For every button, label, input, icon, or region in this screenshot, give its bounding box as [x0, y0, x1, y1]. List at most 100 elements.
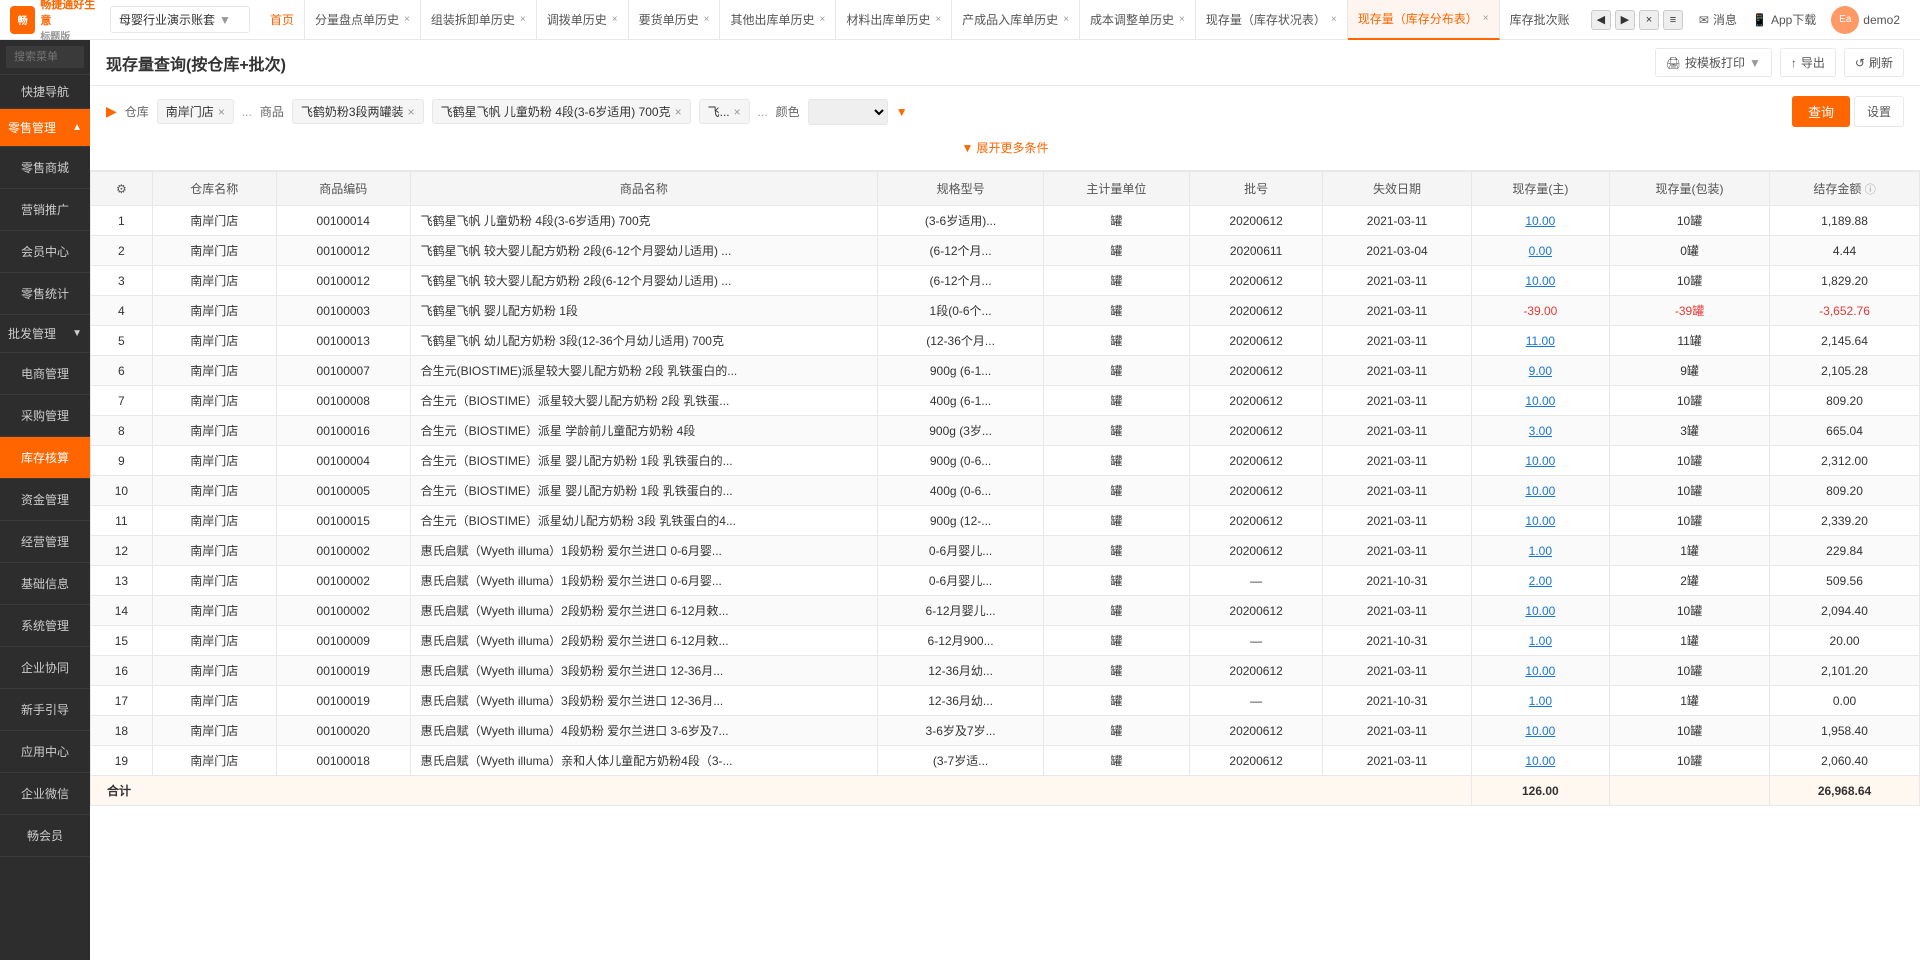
cell-unit: 罐 — [1044, 416, 1190, 446]
goods-dots[interactable]: ... — [758, 105, 768, 119]
tab-menu-btn[interactable]: ≡ — [1663, 10, 1683, 30]
tab-home[interactable]: 首页 — [260, 0, 305, 40]
cell-qty[interactable]: 11.00 — [1471, 326, 1609, 356]
cell-qty[interactable]: 10.00 — [1471, 386, 1609, 416]
refresh-button[interactable]: ↺ 刷新 — [1844, 48, 1904, 77]
tab-prev-btn[interactable]: ◀ — [1591, 10, 1611, 30]
color-filter-select[interactable] — [808, 99, 888, 125]
close-icon[interactable]: × — [1179, 14, 1185, 25]
close-icon[interactable]: × — [704, 14, 710, 25]
cell-qty[interactable]: 10.00 — [1471, 746, 1609, 776]
cell-qty[interactable]: 1.00 — [1471, 686, 1609, 716]
cell-qty[interactable]: 1.00 — [1471, 626, 1609, 656]
tab-zuzhuang[interactable]: 组装拆卸单历史 × — [421, 0, 537, 40]
tab-chengben[interactable]: 成本调整单历史 × — [1080, 0, 1196, 40]
color-chevron[interactable]: ▼ — [896, 105, 908, 119]
org-selector[interactable]: 母婴行业演示账套 ▼ — [110, 6, 250, 33]
cell-warehouse: 南岸门店 — [152, 566, 276, 596]
user-avatar[interactable]: Ea demo2 — [1831, 6, 1900, 34]
sidebar-item-wechat[interactable]: 企业微信 — [0, 773, 90, 815]
tab-yaohuo[interactable]: 要货单历史 × — [629, 0, 721, 40]
table-row: 6 南岸门店 00100007 合生元(BIOSTIME)派星较大婴儿配方奶粉 … — [91, 356, 1920, 386]
sidebar-item-marketing[interactable]: 营销推广 — [0, 189, 90, 231]
warehouse-dots[interactable]: ... — [242, 105, 252, 119]
sidebar-item-ecommerce[interactable]: 电商管理 — [0, 353, 90, 395]
remove-goods-tag-3[interactable]: × — [734, 105, 741, 119]
quick-nav[interactable]: 快捷导航 — [0, 75, 90, 109]
tab-chanchengpin[interactable]: 产成品入库单历史 × — [952, 0, 1080, 40]
cell-qty-pkg: 1罐 — [1610, 686, 1770, 716]
remove-warehouse-tag[interactable]: × — [218, 105, 225, 119]
col-settings[interactable]: ⚙ — [91, 172, 153, 206]
tab-diaopo[interactable]: 调拨单历史 × — [537, 0, 629, 40]
cell-qty[interactable]: 10.00 — [1471, 716, 1609, 746]
table-container[interactable]: ⚙ 仓库名称 商品编码 商品名称 规格型号 主计量单位 批号 失效日期 现存量(… — [90, 171, 1920, 960]
table-row: 2 南岸门店 00100012 飞鹤星飞帆 较大婴儿配方奶粉 2段(6-12个月… — [91, 236, 1920, 266]
cell-qty[interactable]: 0.00 — [1471, 236, 1609, 266]
sidebar-item-retail[interactable]: 零售管理 ▲ — [0, 109, 90, 147]
cell-qty[interactable]: 9.00 — [1471, 356, 1609, 386]
cell-qty[interactable]: 10.00 — [1471, 506, 1609, 536]
sidebar-item-newbie[interactable]: 新手引导 — [0, 689, 90, 731]
tab-xiancunliang1[interactable]: 现存量（库存状况表） × — [1196, 0, 1348, 40]
sidebar-item-operation[interactable]: 经营管理 — [0, 521, 90, 563]
cell-qty[interactable]: 10.00 — [1471, 596, 1609, 626]
tab-fenliang[interactable]: 分量盘点单历史 × — [305, 0, 421, 40]
cell-qty[interactable]: 10.00 — [1471, 476, 1609, 506]
sidebar-item-system[interactable]: 系统管理 — [0, 605, 90, 647]
close-icon[interactable]: × — [819, 14, 825, 25]
sidebar-item-purchase[interactable]: 采购管理 — [0, 395, 90, 437]
close-icon[interactable]: × — [935, 14, 941, 25]
close-icon[interactable]: × — [612, 14, 618, 25]
cell-spec: 3-6岁及7岁... — [878, 716, 1044, 746]
cell-qty-pkg: -39罐 — [1610, 296, 1770, 326]
search-button[interactable]: 查询 — [1792, 96, 1850, 127]
close-icon[interactable]: × — [1063, 14, 1069, 25]
filter-expand-arrow[interactable]: ▶ — [106, 103, 117, 120]
sidebar-item-ecommerce-retail[interactable]: 零售商城 — [0, 147, 90, 189]
cell-qty[interactable]: 3.00 — [1471, 416, 1609, 446]
tab-kucun[interactable]: 库存批次账 × — [1500, 0, 1575, 40]
sidebar-item-member2[interactable]: 畅会员 — [0, 815, 90, 857]
message-btn[interactable]: ✉ 消息 — [1699, 11, 1737, 28]
close-icon[interactable]: × — [404, 14, 410, 25]
expand-conditions-btn[interactable]: ▼ 展开更多条件 — [962, 139, 1049, 156]
remove-goods-tag-2[interactable]: × — [675, 105, 682, 119]
logo-text: 畅捷通好生意 — [40, 0, 100, 28]
close-icon[interactable]: × — [1331, 14, 1337, 25]
export-button[interactable]: ↑ 导出 — [1780, 48, 1836, 77]
col-qty-pkg: 现存量(包装) — [1610, 172, 1770, 206]
tab-qita[interactable]: 其他出库单历史 × — [720, 0, 836, 40]
table-row: 5 南岸门店 00100013 飞鹤星飞帆 幼儿配方奶粉 3段(12-36个月幼… — [91, 326, 1920, 356]
filter-row-1: ▶ 仓库 南岸门店 × ... 商品 飞鹤奶粉3段两罐装 × 飞鹤星飞帆 儿童奶… — [106, 96, 1904, 127]
cell-qty[interactable]: 2.00 — [1471, 566, 1609, 596]
cell-qty[interactable]: 10.00 — [1471, 266, 1609, 296]
info-icon[interactable]: ⓘ — [1865, 184, 1876, 196]
tab-next-btn[interactable]: ▶ — [1615, 10, 1635, 30]
sidebar-item-apps[interactable]: 应用中心 — [0, 731, 90, 773]
cell-unit: 罐 — [1044, 686, 1190, 716]
tab-cailiao[interactable]: 材料出库单历史 × — [836, 0, 952, 40]
search-menu-input[interactable] — [6, 46, 84, 68]
cell-code: 00100015 — [276, 506, 410, 536]
sidebar-item-member[interactable]: 会员中心 — [0, 231, 90, 273]
close-icon[interactable]: × — [1483, 13, 1489, 24]
cell-qty[interactable]: 10.00 — [1471, 446, 1609, 476]
cell-amount: 809.20 — [1770, 386, 1920, 416]
sidebar-item-base[interactable]: 基础信息 — [0, 563, 90, 605]
sidebar-item-retail-stats[interactable]: 零售统计 — [0, 273, 90, 315]
sidebar-item-corp[interactable]: 企业协同 — [0, 647, 90, 689]
cell-qty[interactable]: 10.00 — [1471, 206, 1609, 236]
cell-qty[interactable]: 10.00 — [1471, 656, 1609, 686]
close-icon[interactable]: × — [520, 14, 526, 25]
settings-button[interactable]: 设置 — [1854, 96, 1904, 127]
sidebar-item-finance[interactable]: 资金管理 — [0, 479, 90, 521]
sidebar-item-wholesale[interactable]: 批发管理 ▼ — [0, 315, 90, 353]
tab-close-btn[interactable]: × — [1639, 10, 1659, 30]
app-download-btn[interactable]: 📱 App下载 — [1752, 11, 1816, 28]
print-button[interactable]: 🖨 按模板打印 ▼ — [1655, 48, 1772, 77]
tab-xiancunliang2[interactable]: 现存量（库存分布表） × — [1348, 0, 1500, 40]
sidebar-item-inventory[interactable]: 库存核算 — [0, 437, 90, 479]
remove-goods-tag-1[interactable]: × — [408, 105, 415, 119]
cell-qty[interactable]: 1.00 — [1471, 536, 1609, 566]
